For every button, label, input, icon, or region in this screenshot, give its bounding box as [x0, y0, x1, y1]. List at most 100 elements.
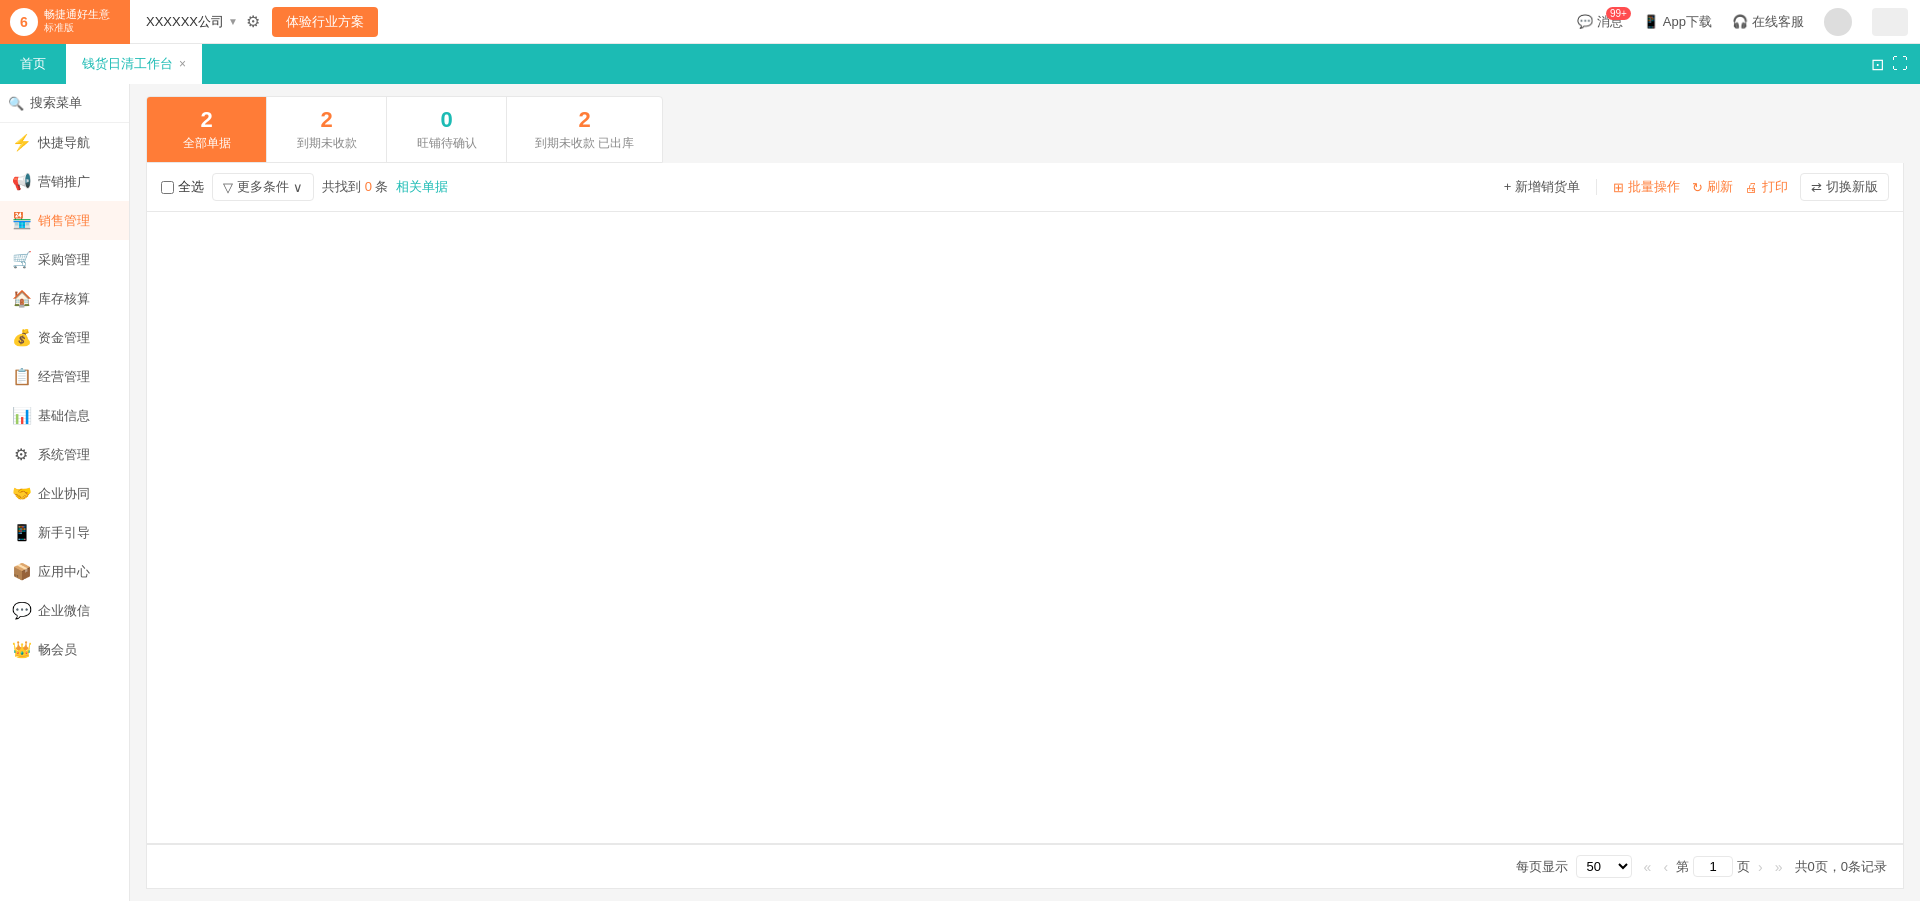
page-summary: 共0页，0条记录	[1795, 858, 1887, 876]
divider-1	[1596, 179, 1597, 195]
stats-num-pending: 0	[440, 107, 452, 133]
message-badge: 99+	[1606, 7, 1631, 20]
stats-label-all: 全部单据	[183, 135, 231, 152]
topbar: 6 畅捷通好生意 标准版 XXXXXX公司 ▼ ⚙ 体验行业方案 💬 消息 99…	[0, 0, 1920, 44]
stats-label-pending: 旺铺待确认	[417, 135, 477, 152]
app-download-button[interactable]: 📱 App下载	[1643, 13, 1712, 31]
lightning-icon: ⚡	[12, 133, 30, 152]
logo-icon: 6	[10, 8, 38, 36]
sidebar-item-operations[interactable]: 📋 经营管理	[0, 357, 129, 396]
chevron-down-icon: ∨	[293, 180, 303, 195]
toolbar: 全选 ▽ 更多条件 ∨ 共找到 0 条 相关单据 + 新增销货单	[146, 163, 1904, 212]
sidebar-item-sales[interactable]: 🏪 销售管理	[0, 201, 129, 240]
company-name: XXXXXX公司	[146, 13, 224, 31]
stats-num-overdue-shipped: 2	[579, 107, 591, 133]
page-size-select[interactable]: 20 50 100 200	[1576, 855, 1632, 878]
refresh-icon: ↻	[1692, 180, 1703, 195]
search-icon: 🔍	[8, 96, 24, 111]
gear-icon: ⚙	[12, 445, 30, 464]
refresh-button[interactable]: ↻ 刷新	[1692, 178, 1733, 196]
mobile-icon: 📱	[1643, 14, 1659, 29]
warehouse-icon: 🏠	[12, 289, 30, 308]
sidebar-item-quick-nav[interactable]: ⚡ 快捷导航	[0, 123, 129, 162]
related-link[interactable]: 相关单据	[396, 178, 448, 196]
select-all-input[interactable]	[161, 181, 174, 194]
add-sale-button[interactable]: + 新增销货单	[1504, 178, 1580, 196]
sidebar-item-marketing[interactable]: 📢 营销推广	[0, 162, 129, 201]
box-icon: 📦	[12, 562, 30, 581]
sidebar-item-wecom[interactable]: 💬 企业微信	[0, 591, 129, 630]
prev-page-button[interactable]: ‹	[1659, 857, 1672, 877]
sidebar-item-inventory[interactable]: 🏠 库存核算	[0, 279, 129, 318]
print-button[interactable]: 🖨 打印	[1745, 178, 1788, 196]
last-page-button[interactable]: »	[1771, 857, 1787, 877]
headset-icon: 🎧	[1732, 14, 1748, 29]
message-button[interactable]: 💬 消息 99+	[1577, 13, 1623, 31]
stats-num-overdue: 2	[320, 107, 332, 133]
switch-version-button[interactable]: ⇄ 切换新版	[1800, 173, 1889, 201]
company-selector[interactable]: XXXXXX公司 ▼	[146, 13, 238, 31]
restore-icon[interactable]: ⊡	[1871, 55, 1884, 74]
tabs-actions: ⊡ ⛶	[1859, 55, 1920, 74]
message-icon: 💬	[1577, 14, 1593, 29]
batch-icon: ⊞	[1613, 180, 1624, 195]
tab-active[interactable]: 钱货日清工作台 ×	[66, 44, 202, 84]
crown-icon: 👑	[12, 640, 30, 659]
sidebar-item-finance[interactable]: 💰 资金管理	[0, 318, 129, 357]
stats-tab-pending[interactable]: 0 旺铺待确认	[387, 97, 507, 162]
main-inner: 2 全部单据 2 到期未收款 0 旺铺待确认 2 到期未收款 已出库	[130, 84, 1920, 901]
fullscreen-icon[interactable]: ⛶	[1892, 55, 1908, 73]
online-service-button[interactable]: 🎧 在线客服	[1732, 13, 1804, 31]
stats-tab-overdue[interactable]: 2 到期未收款	[267, 97, 387, 162]
chart-icon: 📊	[12, 406, 30, 425]
table-area	[146, 212, 1904, 844]
cart-icon: 🛒	[12, 250, 30, 269]
stats-num-all: 2	[200, 107, 212, 133]
page-number-input[interactable]	[1693, 856, 1733, 877]
stats-tab-all[interactable]: 2 全部单据	[147, 97, 267, 162]
more-filter-button[interactable]: ▽ 更多条件 ∨	[212, 173, 314, 201]
app-logo: 6 畅捷通好生意 标准版	[0, 0, 130, 44]
tab-home[interactable]: 首页	[0, 44, 66, 84]
handshake-icon: 🤝	[12, 484, 30, 503]
stats-label-overdue-shipped: 到期未收款 已出库	[535, 135, 634, 152]
found-count: 0	[365, 179, 372, 194]
stats-label-overdue: 到期未收款	[297, 135, 357, 152]
avatar[interactable]	[1824, 8, 1852, 36]
select-all-checkbox[interactable]: 全选	[161, 178, 204, 196]
megaphone-icon: 📢	[12, 172, 30, 191]
user-menu[interactable]	[1872, 8, 1908, 36]
sidebar-item-app-center[interactable]: 📦 应用中心	[0, 552, 129, 591]
tabs-bar: 首页 钱货日清工作台 × ⊡ ⛶	[0, 44, 1920, 84]
page-navigation: « ‹ 第 页 › »	[1640, 856, 1787, 877]
sidebar-item-purchase[interactable]: 🛒 采购管理	[0, 240, 129, 279]
page-size-label: 每页显示	[1516, 858, 1568, 876]
toolbar-right: + 新增销货单 ⊞ 批量操作 ↻ 刷新 🖨 打印 ⇄	[1504, 173, 1889, 201]
settings-icon[interactable]: ⚙	[246, 12, 260, 31]
main-content: 2 全部单据 2 到期未收款 0 旺铺待确认 2 到期未收款 已出库	[130, 84, 1920, 901]
toolbar-left: 全选 ▽ 更多条件 ∨ 共找到 0 条 相关单据	[161, 173, 1492, 201]
money-icon: 💰	[12, 328, 30, 347]
sidebar-item-system[interactable]: ⚙ 系统管理	[0, 435, 129, 474]
chevron-down-icon: ▼	[228, 16, 238, 27]
sidebar-item-cooperation[interactable]: 🤝 企业协同	[0, 474, 129, 513]
next-page-button[interactable]: ›	[1754, 857, 1767, 877]
batch-operation-button[interactable]: ⊞ 批量操作	[1613, 178, 1680, 196]
shop-icon: 🏪	[12, 211, 30, 230]
experience-button[interactable]: 体验行业方案	[272, 7, 378, 37]
layout: 🔍 搜索菜单 ⚡ 快捷导航 📢 营销推广 🏪 销售管理 🛒 采购管理 🏠 库存核…	[0, 84, 1920, 901]
print-icon: 🖨	[1745, 180, 1758, 195]
chat-icon: 💬	[12, 601, 30, 620]
first-page-button[interactable]: «	[1640, 857, 1656, 877]
sidebar-search[interactable]: 🔍 搜索菜单	[0, 84, 129, 123]
stats-tab-overdue-shipped[interactable]: 2 到期未收款 已出库	[507, 97, 662, 162]
found-text: 共找到 0 条	[322, 178, 388, 196]
stats-tabs: 2 全部单据 2 到期未收款 0 旺铺待确认 2 到期未收款 已出库	[146, 96, 663, 163]
sidebar-item-member[interactable]: 👑 畅会员	[0, 630, 129, 669]
phone-icon: 📱	[12, 523, 30, 542]
filter-icon: ▽	[223, 180, 233, 195]
switch-icon: ⇄	[1811, 180, 1822, 195]
sidebar-item-guide[interactable]: 📱 新手引导	[0, 513, 129, 552]
sidebar-item-basic-info[interactable]: 📊 基础信息	[0, 396, 129, 435]
tab-close-icon[interactable]: ×	[179, 57, 186, 71]
